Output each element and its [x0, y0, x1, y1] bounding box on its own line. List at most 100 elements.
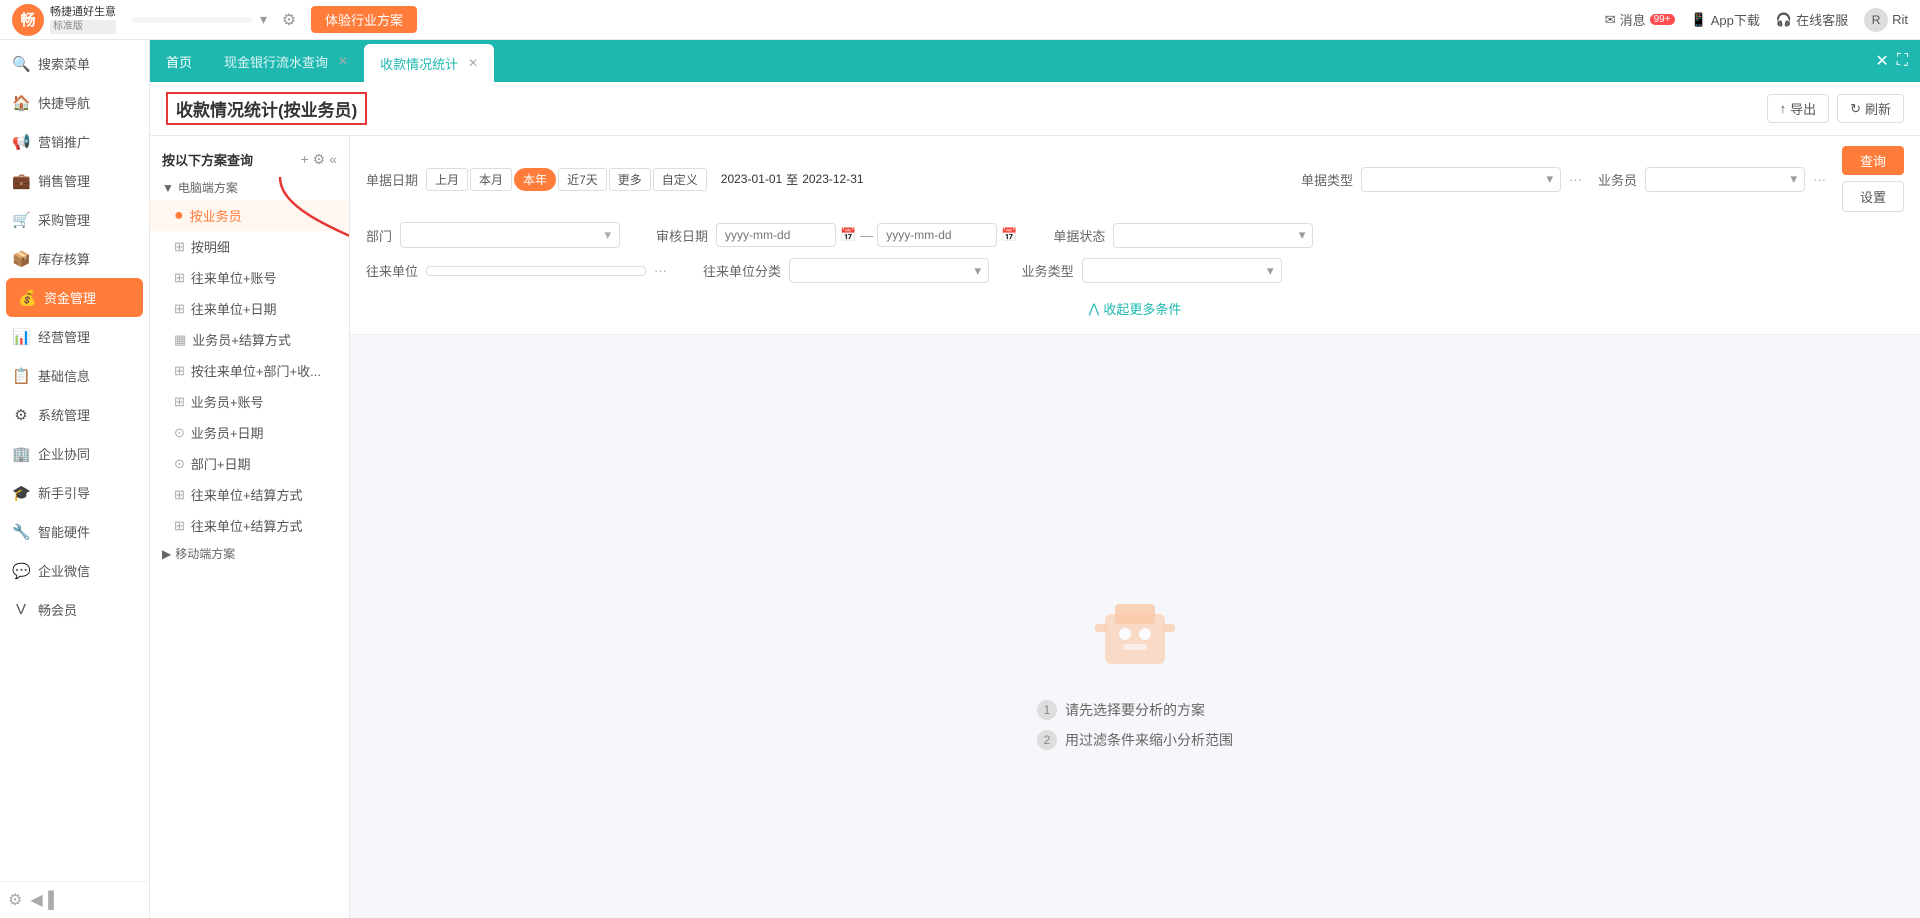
right-section: 单据日期 上月 本月 本年 近7天 更多 自定义 2023-01-01 — [350, 136, 1920, 918]
collapse-btn[interactable]: ⋀ 收起更多条件 — [366, 293, 1904, 324]
breadcrumb-title — [132, 17, 252, 23]
scheme-group-arrow-down: ▼ — [162, 181, 174, 195]
sidebar-item-quicknav[interactable]: 🏠 快捷导航 — [0, 83, 149, 122]
counterpart-more[interactable]: ··· — [654, 263, 667, 278]
empty-step-1: 1 请先选择要分析的方案 — [1037, 700, 1233, 720]
audit-date-to[interactable] — [877, 223, 997, 247]
calendar-icon-to[interactable]: 📅 — [1001, 227, 1017, 243]
export-icon: ↑ — [1780, 101, 1787, 116]
tab-receipts[interactable]: 收款情况统计 ✕ — [364, 44, 494, 82]
date-range-display: 2023-01-01 至 2023-12-31 — [721, 171, 864, 188]
doc-type-more[interactable]: ··· — [1569, 172, 1582, 187]
biz-type-select-wrap — [1082, 258, 1282, 283]
scheme-item-detail[interactable]: ⊞ 按明细 — [150, 231, 349, 262]
sidebar-item-system[interactable]: ⚙ 系统管理 — [0, 395, 149, 434]
sidebar-item-beginner[interactable]: 🎓 新手引导 — [0, 473, 149, 512]
tab-bar: 首页 现金银行流水查询 ✕ 收款情况统计 ✕ ✕ ⛶ — [150, 40, 1920, 82]
tab-cashflow-close[interactable]: ✕ — [338, 54, 348, 68]
scheme-group-mobile-title[interactable]: ▶ 移动端方案 — [150, 541, 349, 566]
scheme-item-salesperson-date[interactable]: ⊙ 业务员+日期 — [150, 417, 349, 448]
panel-header-actions: + ⚙ « — [300, 151, 337, 168]
filter-docstatus-item: 单据状态 ▾ — [1053, 223, 1310, 248]
sidebar-item-marketing[interactable]: 📢 营销推广 — [0, 122, 149, 161]
scheme-item-salesperson-settle[interactable]: ▦ 业务员+结算方式 — [150, 324, 349, 355]
sidebar-item-purchase[interactable]: 🛒 采购管理 — [0, 200, 149, 239]
sidebar: 🔍 搜索菜单 🏠 快捷导航 📢 营销推广 💼 销售管理 🛒 采购管理 📦 — [0, 40, 150, 918]
beginner-icon: 🎓 — [12, 484, 30, 502]
date-btn-this-year[interactable]: 本年 — [514, 168, 556, 191]
biz-type-select[interactable] — [1082, 258, 1282, 283]
finance-icon: 💰 — [18, 289, 36, 307]
counterpart-select[interactable] — [426, 266, 646, 276]
scheme-gear-btn[interactable]: ⚙ — [313, 151, 326, 168]
sidebar-item-search[interactable]: 🔍 搜索菜单 — [0, 44, 149, 83]
sidebar-item-member[interactable]: V 畅会员 — [0, 590, 149, 629]
dept-dropdown-icon: ▾ — [604, 227, 611, 243]
counterpart-cat-select[interactable] — [789, 258, 989, 283]
sidebar-settings-btn[interactable]: ⚙ — [8, 890, 22, 910]
sidebar-item-smarthw[interactable]: 🔧 智能硬件 — [0, 512, 149, 551]
salesperson-more[interactable]: ··· — [1813, 172, 1826, 187]
logo-area: 畅 畅捷通好生意 标准版 — [12, 4, 116, 36]
smarthw-icon: 🔧 — [12, 523, 30, 541]
doc-status-select[interactable] — [1113, 223, 1313, 248]
audit-date-from[interactable] — [716, 223, 836, 247]
salesperson-select[interactable] — [1645, 167, 1805, 192]
scheme-detail-icon: ⊞ — [174, 239, 185, 255]
calendar-icon-from[interactable]: 📅 — [840, 227, 856, 243]
date-btn-this-month[interactable]: 本月 — [470, 168, 512, 191]
online-service-btn[interactable]: 🎧 在线客服 — [1776, 10, 1848, 29]
date-btn-more[interactable]: 更多 — [609, 168, 651, 191]
date-btn-last-month[interactable]: 上月 — [426, 168, 468, 191]
filter-biztype-item: 业务类型 ▾ — [1022, 258, 1279, 283]
scheme-item-unit-dept[interactable]: ⊞ 按往来单位+部门+收... — [150, 355, 349, 386]
sales-icon: 💼 — [12, 172, 30, 190]
scheme-collapse-btn[interactable]: « — [329, 151, 337, 168]
scheme-item-salesperson[interactable]: ● 按业务员 — [150, 200, 349, 231]
tab-receipts-close[interactable]: ✕ — [468, 56, 478, 70]
filter-area: 单据日期 上月 本月 本年 近7天 更多 自定义 2023-01-01 — [350, 136, 1920, 335]
export-btn[interactable]: ↑ 导出 — [1767, 94, 1830, 123]
scheme-item-unit-settle2[interactable]: ⊞ 往来单位+结算方式 — [150, 510, 349, 541]
marketing-icon: 📢 — [12, 133, 30, 151]
trial-btn[interactable]: 体验行业方案 — [311, 6, 417, 33]
counterpart-cat-select-wrap — [789, 258, 989, 283]
query-btn[interactable]: 查询 — [1842, 146, 1904, 175]
scheme-item-unit-settle1[interactable]: ⊞ 往来单位+结算方式 — [150, 479, 349, 510]
scheme-item-salesperson-account[interactable]: ⊞ 业务员+账号 — [150, 386, 349, 417]
date-input-pair: 📅 — 📅 — [716, 223, 1017, 247]
date-btn-custom[interactable]: 自定义 — [653, 168, 707, 191]
sidebar-item-sales[interactable]: 💼 销售管理 — [0, 161, 149, 200]
date-btn-7days[interactable]: 近7天 — [558, 168, 607, 191]
scheme-group-pc-title[interactable]: ▼ 电脑端方案 — [150, 175, 349, 200]
filter-date-item: 单据日期 上月 本月 本年 近7天 更多 自定义 2023-01-01 — [366, 168, 864, 191]
nav-dropdown-icon[interactable]: ▾ — [260, 11, 267, 28]
sidebar-item-operations[interactable]: 📊 经营管理 — [0, 317, 149, 356]
messages-btn[interactable]: ✉ 消息 99+ — [1605, 10, 1675, 29]
sidebar-item-baseinfo[interactable]: 📋 基础信息 — [0, 356, 149, 395]
scheme-item-unit-account[interactable]: ⊞ 往来单位+账号 — [150, 262, 349, 293]
scheme-item-unit-date[interactable]: ⊞ 往来单位+日期 — [150, 293, 349, 324]
scheme-add-btn[interactable]: + — [300, 151, 308, 168]
tab-close-all[interactable]: ✕ — [1875, 51, 1888, 71]
sidebar-item-enterprise[interactable]: 🏢 企业协同 — [0, 434, 149, 473]
filter-dept-item: 部门 ▾ — [366, 222, 620, 248]
scheme-item-dept-date[interactable]: ⊙ 部门+日期 — [150, 448, 349, 479]
doc-status-select-wrap — [1113, 223, 1313, 248]
sidebar-collapse-btn[interactable]: ◀▐ — [30, 890, 54, 910]
sidebar-item-finance[interactable]: 💰 资金管理 — [6, 278, 143, 317]
sidebar-item-wechat[interactable]: 💬 企业微信 — [0, 551, 149, 590]
page-title: 收款情况统计(按业务员) — [166, 92, 367, 125]
tab-home[interactable]: 首页 — [150, 40, 208, 82]
tab-maximize[interactable]: ⛶ — [1897, 52, 1908, 70]
doc-type-select[interactable] — [1361, 167, 1561, 192]
sidebar-item-inventory[interactable]: 📦 库存核算 — [0, 239, 149, 278]
tab-cashflow[interactable]: 现金银行流水查询 ✕ — [208, 40, 364, 82]
gear-settings[interactable]: ⚙ — [275, 6, 303, 34]
refresh-btn[interactable]: ↻ 刷新 — [1837, 94, 1904, 123]
app-download-btn[interactable]: 📱 App下载 — [1691, 10, 1760, 29]
scheme-salesperson-date-icon: ⊙ — [174, 425, 185, 441]
user-avatar[interactable]: R Rit — [1864, 8, 1908, 32]
dept-select[interactable]: ▾ — [400, 222, 620, 248]
setting-btn[interactable]: 设置 — [1842, 181, 1904, 212]
